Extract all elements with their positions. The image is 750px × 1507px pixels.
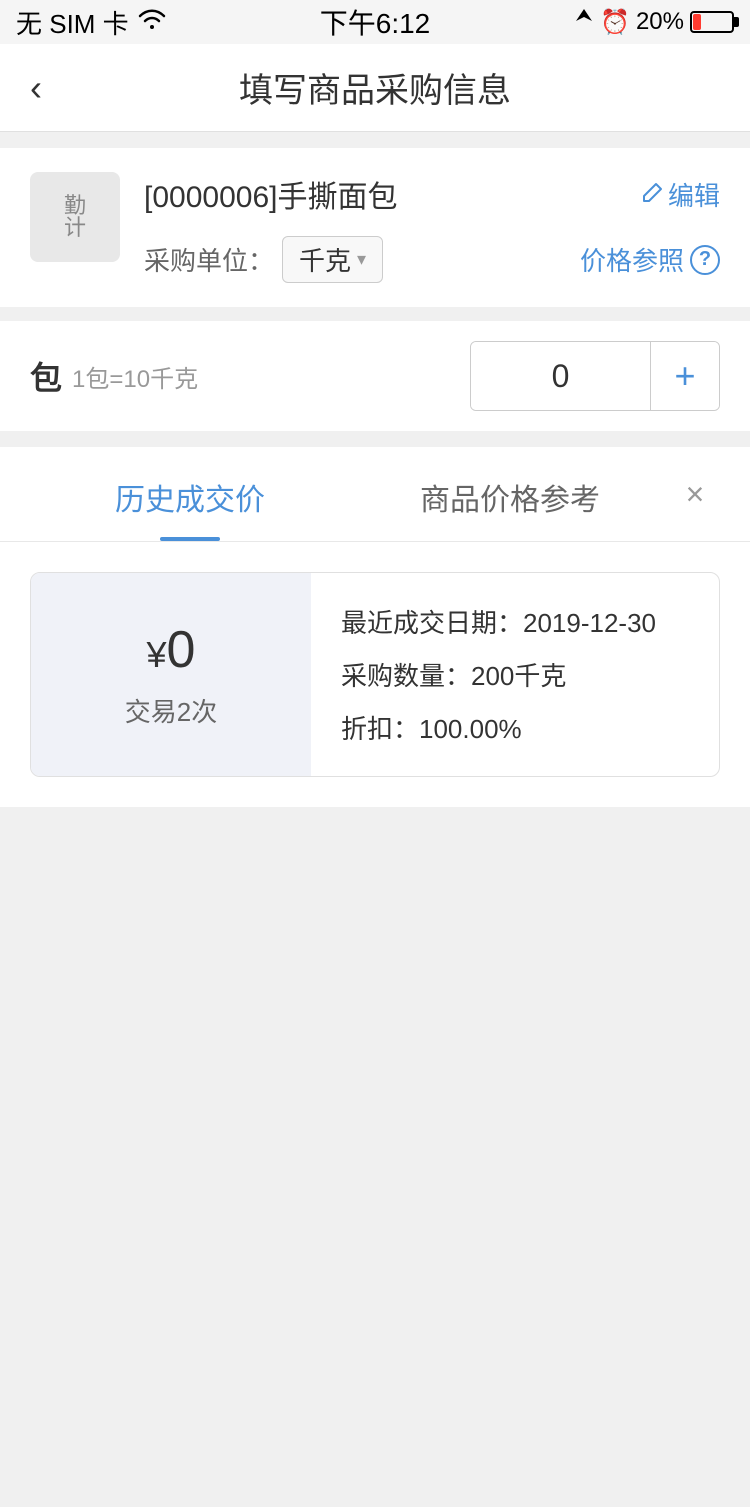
trade-count: 交易2次 <box>125 692 217 729</box>
recent-date-label: 最近成交日期： <box>341 608 523 638</box>
status-time: 下午6:12 <box>320 2 431 42</box>
quantity-display: 0 <box>471 342 651 410</box>
status-right: ⏰ 20% <box>574 7 734 38</box>
battery-icon <box>690 11 734 33</box>
unit-conversion-text: 1包=10千克 <box>72 359 198 394</box>
section-divider <box>0 307 750 321</box>
help-circle-icon: ? <box>690 245 720 275</box>
quantity-plus-button[interactable]: + <box>651 342 719 410</box>
discount-label: 折扣： <box>341 714 419 744</box>
product-name-row: [0000006]手撕面包 编辑 <box>144 172 720 216</box>
purchase-unit-row: 采购单位： 千克 ▾ 价格参照 ? <box>144 236 720 283</box>
tabs-container: 历史成交价 商品价格参考 × ¥0 交易2次 最近成交日期：2019-12-30… <box>0 447 750 807</box>
discount-row: 折扣：100.00% <box>341 709 689 746</box>
unit-label-container: 采购单位： 千克 ▾ <box>144 236 383 283</box>
carrier-text: 无 SIM 卡 <box>16 4 129 41</box>
dropdown-arrow-icon: ▾ <box>357 249 366 270</box>
unit-label-text: 采购单位： <box>144 241 274 278</box>
owl-icon-bottom: 计 <box>64 217 86 239</box>
status-bar: 无 SIM 卡 下午6:12 ⏰ 20% <box>0 0 750 44</box>
tab-close-button[interactable]: × <box>670 469 720 519</box>
recent-date-row: 最近成交日期：2019-12-30 <box>341 603 689 640</box>
alarm-icon: ⏰ <box>600 8 630 37</box>
product-thumbnail: 勤 计 <box>30 172 120 262</box>
wifi-icon <box>137 7 167 38</box>
discount-value: 100.00% <box>419 714 522 744</box>
purchase-qty-label: 采购数量： <box>341 661 471 691</box>
unit-value: 千克 <box>299 241 351 278</box>
edit-button[interactable]: 编辑 <box>642 176 720 213</box>
edit-icon <box>642 179 664 210</box>
quantity-row: 包 1包=10千克 0 + <box>0 321 750 431</box>
unit-selector[interactable]: 千克 ▾ <box>282 236 383 283</box>
tab-price-reference[interactable]: 商品价格参考 <box>350 447 670 541</box>
product-full-name: [0000006]手撕面包 <box>144 172 397 216</box>
location-icon <box>574 7 594 38</box>
purchase-qty-row: 采购数量：200千克 <box>341 656 689 693</box>
price-ref-label: 价格参照 <box>580 241 684 278</box>
price-value: 0 <box>167 621 196 679</box>
purchase-qty-value: 200千克 <box>471 661 566 691</box>
tab-history-price[interactable]: 历史成交价 <box>30 447 350 541</box>
price-summary: ¥0 交易2次 <box>31 573 311 776</box>
owl-icon-top: 勤 <box>64 195 86 217</box>
edit-label: 编辑 <box>668 176 720 213</box>
nav-bar: ‹ 填写商品采购信息 <box>0 44 750 132</box>
tabs-header: 历史成交价 商品价格参考 × <box>0 447 750 542</box>
price-history-card: ¥0 交易2次 最近成交日期：2019-12-30 采购数量：200千克 折扣：… <box>30 572 720 777</box>
price-amount: ¥0 <box>147 620 196 680</box>
price-ref-button[interactable]: 价格参照 ? <box>580 241 720 278</box>
quantity-unit-info: 包 1包=10千克 <box>30 353 198 399</box>
product-card: 勤 计 [0000006]手撕面包 编辑 采购单位： 千克 ▾ <box>0 148 750 307</box>
product-details: [0000006]手撕面包 编辑 采购单位： 千克 ▾ 价格参照 <box>144 172 720 283</box>
history-content: ¥0 交易2次 最近成交日期：2019-12-30 采购数量：200千克 折扣：… <box>0 542 750 807</box>
page-title: 填写商品采购信息 <box>239 63 511 112</box>
currency-symbol: ¥ <box>147 634 167 675</box>
price-details: 最近成交日期：2019-12-30 采购数量：200千克 折扣：100.00% <box>311 573 719 776</box>
quantity-unit-label: 包 <box>30 353 62 399</box>
main-content-area <box>0 807 750 1507</box>
quantity-controls: 0 + <box>470 341 720 411</box>
back-button[interactable]: ‹ <box>20 57 52 119</box>
recent-date-value: 2019-12-30 <box>523 608 656 638</box>
battery-percent: 20% <box>636 8 684 36</box>
status-left: 无 SIM 卡 <box>16 4 167 41</box>
